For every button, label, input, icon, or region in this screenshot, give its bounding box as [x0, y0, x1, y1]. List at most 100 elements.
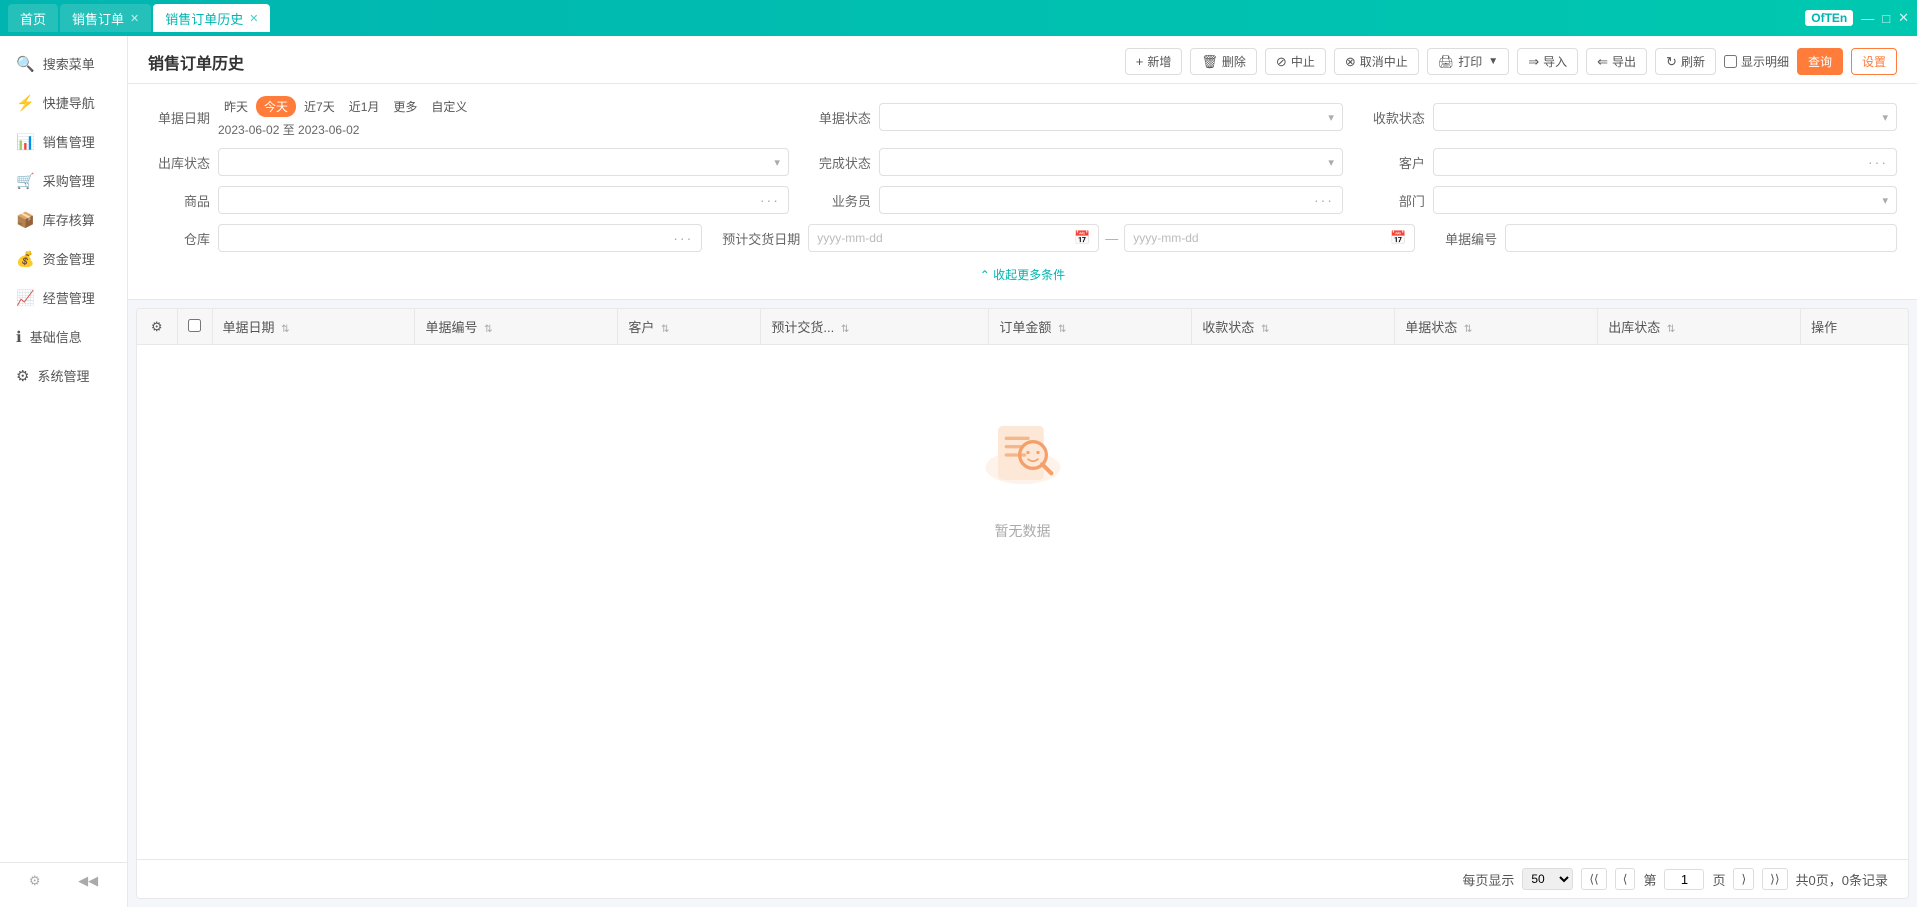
page-input[interactable] [1664, 869, 1704, 890]
out-stock-control[interactable]: ▾ [218, 148, 789, 176]
sort-amount-icon: ⇅ [1058, 324, 1066, 335]
filter-goods-item: 商品 ··· [148, 186, 789, 214]
sidebar-item-inventory[interactable]: 📦 库存核算 [0, 200, 127, 239]
settings-icon[interactable]: ⚙ [151, 319, 163, 334]
page-label: 页 [1712, 870, 1725, 889]
th-amount[interactable]: 订单金额 ⇅ [989, 309, 1192, 345]
settings-button[interactable]: 设置 [1851, 48, 1897, 75]
close-window-icon[interactable]: ✕ [1898, 10, 1909, 26]
filter-complete-status-item: 完成状态 ▾ [809, 148, 1343, 176]
display-detail-input[interactable] [1724, 55, 1737, 68]
delivery-date-end-control[interactable]: yyyy-mm-dd 📅 [1124, 224, 1415, 252]
sidebar-item-finance[interactable]: 💰 资金管理 [0, 239, 127, 278]
tab-home[interactable]: 首页 [8, 4, 58, 32]
tab-sales-order-history[interactable]: 销售订单历史 ✕ [153, 4, 270, 32]
goods-control[interactable]: ··· [218, 186, 789, 214]
delivery-date-start-placeholder: yyyy-mm-dd [817, 231, 882, 245]
th-payment-status[interactable]: 收款状态 ⇅ [1192, 309, 1395, 345]
tab-sales-order[interactable]: 销售订单 ✕ [60, 4, 151, 32]
th-out-status[interactable]: 出库状态 ⇅ [1598, 309, 1801, 345]
export-icon: ⇐ [1597, 54, 1608, 70]
select-all-checkbox[interactable] [188, 319, 201, 332]
warehouse-control[interactable]: ··· [218, 224, 702, 252]
filter-department-item: 部门 ▾ [1363, 186, 1897, 214]
th-customer[interactable]: 客户 ⇅ [618, 309, 761, 345]
import-button[interactable]: ⇒ 导入 [1517, 48, 1578, 75]
display-detail-checkbox[interactable]: 显示明细 [1724, 53, 1789, 70]
out-stock-label: 出库状态 [148, 153, 218, 172]
filter-customer-item: 客户 ··· [1363, 148, 1897, 176]
stop-button[interactable]: ⊘ 中止 [1265, 48, 1326, 75]
date-tab-1month[interactable]: 近1月 [343, 96, 386, 117]
refresh-button[interactable]: ↻ 刷新 [1655, 48, 1716, 75]
sidebar-item-operations[interactable]: 📈 经营管理 [0, 278, 127, 317]
sort-out-status-icon: ⇅ [1667, 324, 1675, 335]
date-tab-custom[interactable]: 自定义 [425, 96, 473, 117]
cancel-stop-icon: ⊗ [1345, 54, 1356, 70]
filter-warehouse-item: 仓库 ··· [148, 224, 702, 252]
query-button[interactable]: 查询 [1797, 48, 1843, 75]
empty-text: 暂无数据 [995, 521, 1051, 541]
complete-status-control[interactable]: ▾ [879, 148, 1343, 176]
sidebar-item-purchase-mgmt[interactable]: 🛒 采购管理 [0, 161, 127, 200]
inventory-icon: 📦 [16, 211, 35, 229]
filter-date-item: 单据日期 昨天 今天 近7天 近1月 更多 自定义 2023-06-02 至 2… [148, 96, 789, 138]
collapse-bar[interactable]: ⌃ 收起更多条件 [148, 262, 1897, 287]
filter-row-4: 仓库 ··· 预计交货日期 yyyy-mm-dd 📅 — yyyy [148, 224, 1897, 252]
department-label: 部门 [1363, 191, 1433, 210]
last-page-btn[interactable]: ⟩⟩ [1762, 868, 1787, 890]
add-button[interactable]: + 新增 [1125, 48, 1183, 75]
cancel-stop-button[interactable]: ⊗ 取消中止 [1334, 48, 1419, 75]
th-delivery[interactable]: 预计交货... ⇅ [761, 309, 989, 345]
calendar-end-icon[interactable]: 📅 [1390, 230, 1406, 246]
customer-label: 客户 [1363, 153, 1433, 172]
restore-icon[interactable]: □ [1882, 11, 1890, 26]
sort-order-status-icon: ⇅ [1464, 324, 1472, 335]
date-tabs: 昨天 今天 近7天 近1月 更多 自定义 [218, 96, 789, 117]
page-title: 销售订单历史 [148, 50, 244, 74]
minimize-icon[interactable]: — [1861, 11, 1874, 26]
payment-status-control[interactable]: ▾ [1433, 103, 1897, 131]
close-sales-order-history-tab[interactable]: ✕ [249, 12, 258, 25]
sidebar-item-sales-mgmt[interactable]: 📊 销售管理 [0, 122, 127, 161]
th-settings[interactable]: ⚙ [137, 309, 177, 345]
pagination-bar: 每页显示 50 20 100 ⟨⟨ ⟨ 第 页 ⟩ ⟩⟩ 共0页，0条记录 [137, 859, 1908, 898]
sidebar-item-quick-nav[interactable]: ⚡ 快捷导航 [0, 83, 127, 122]
next-page-btn[interactable]: ⟩ [1733, 868, 1754, 890]
import-icon: ⇒ [1528, 54, 1539, 70]
order-status-control[interactable]: ▾ [879, 103, 1343, 131]
page-size-select[interactable]: 50 20 100 [1522, 868, 1573, 890]
first-page-btn[interactable]: ⟨⟨ [1581, 868, 1606, 890]
delivery-date-start-control[interactable]: yyyy-mm-dd 📅 [808, 224, 1099, 252]
sidebar-item-search[interactable]: 🔍 搜索菜单 [0, 44, 127, 83]
date-tab-7days[interactable]: 近7天 [298, 96, 341, 117]
table-container[interactable]: ⚙ 单据日期 ⇅ 单据编号 ⇅ [137, 309, 1908, 859]
filter-salesman-item: 业务员 ··· [809, 186, 1343, 214]
operations-icon: 📈 [16, 289, 35, 307]
department-control[interactable]: ▾ [1433, 186, 1897, 214]
sidebar-settings-icon[interactable]: ⚙ [29, 873, 41, 889]
date-tab-more[interactable]: 更多 [387, 96, 423, 117]
goods-label: 商品 [148, 191, 218, 210]
close-sales-order-tab[interactable]: ✕ [130, 12, 139, 25]
sidebar-item-basic-info[interactable]: ℹ 基础信息 [0, 317, 127, 356]
table-section: ⚙ 单据日期 ⇅ 单据编号 ⇅ [136, 308, 1909, 899]
sidebar-collapse-icon[interactable]: ◀◀ [78, 873, 98, 889]
order-no-control[interactable] [1505, 224, 1897, 252]
th-order-status[interactable]: 单据状态 ⇅ [1395, 309, 1598, 345]
print-button[interactable]: 🖨 打印 ▼ [1427, 48, 1509, 75]
th-date[interactable]: 单据日期 ⇅ [212, 309, 415, 345]
date-tab-today[interactable]: 今天 [256, 96, 296, 117]
th-no[interactable]: 单据编号 ⇅ [415, 309, 618, 345]
date-range-separator: — [1105, 231, 1118, 246]
salesman-control[interactable]: ··· [879, 186, 1343, 214]
calendar-start-icon[interactable]: 📅 [1074, 230, 1090, 246]
date-tab-yesterday[interactable]: 昨天 [218, 96, 254, 117]
prev-page-btn[interactable]: ⟨ [1615, 868, 1636, 890]
th-checkbox[interactable] [177, 309, 212, 345]
delete-button[interactable]: 🗑 删除 [1190, 48, 1257, 75]
customer-control[interactable]: ··· [1433, 148, 1897, 176]
export-button[interactable]: ⇐ 导出 [1586, 48, 1647, 75]
sidebar-item-system-mgmt[interactable]: ⚙ 系统管理 [0, 356, 127, 395]
add-icon: + [1136, 54, 1144, 69]
